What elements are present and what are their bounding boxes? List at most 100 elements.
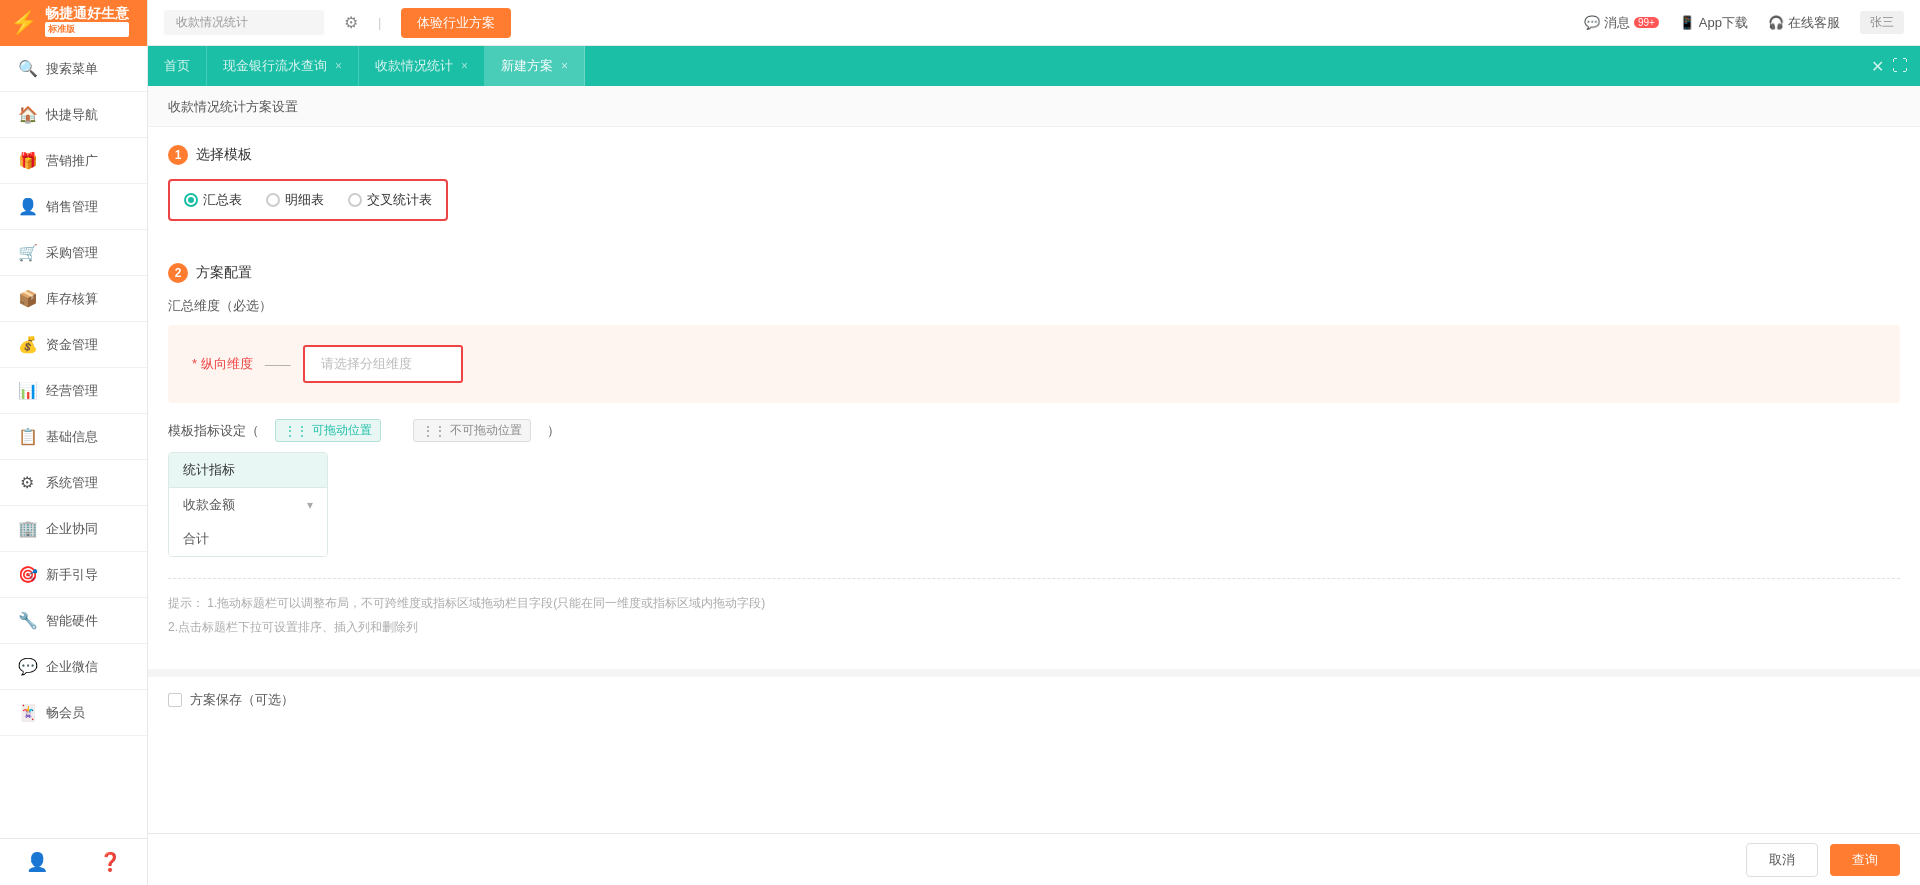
dimension-area: * 纵向维度 —— 请选择分组维度 bbox=[168, 325, 1900, 403]
avatar-icon[interactable]: 👤 bbox=[26, 851, 48, 873]
tab-expand-icon[interactable]: ⛶ bbox=[1892, 57, 1908, 75]
tab-cashflow-close[interactable]: × bbox=[335, 59, 342, 73]
sidebar-item-wechat[interactable]: 💬 企业微信 bbox=[0, 644, 147, 690]
page-title: 收款情况统计方案设置 bbox=[148, 86, 1920, 127]
cart-icon: 🛒 bbox=[18, 243, 36, 262]
not-draggable-label: 不可拖动位置 bbox=[450, 422, 522, 439]
sidebar-item-label: 资金管理 bbox=[46, 336, 98, 354]
tip-1: 提示： 1.拖动标题栏可以调整布局，不可跨维度或指标区域拖动栏目字段(只能在同一… bbox=[168, 591, 1900, 615]
sidebar-logo: ⚡ 畅捷通好生意 标准版 bbox=[0, 0, 147, 46]
box-icon: 📦 bbox=[18, 289, 36, 308]
radio-summary-label: 汇总表 bbox=[203, 191, 242, 209]
gift-icon: 🎁 bbox=[18, 151, 36, 170]
content-inner: 收款情况统计方案设置 1 选择模板 汇总表 明细表 bbox=[148, 86, 1920, 833]
metrics-title: 模板指标设定（ ⋮⋮ 可拖动位置 ⋮⋮ 不可拖动位置 ） bbox=[168, 419, 1900, 442]
help-icon[interactable]: ❓ bbox=[99, 851, 121, 873]
sidebar-item-corp[interactable]: 🏢 企业协同 bbox=[0, 506, 147, 552]
tool-icon: 🔧 bbox=[18, 611, 36, 630]
radio-cross[interactable]: 交叉统计表 bbox=[348, 191, 432, 209]
settings-icon[interactable]: ⚙ bbox=[344, 13, 358, 32]
sidebar-item-label: 智能硬件 bbox=[46, 612, 98, 630]
radio-detail[interactable]: 明细表 bbox=[266, 191, 324, 209]
metrics-header-label: 统计指标 bbox=[183, 462, 235, 477]
doc-icon: 📋 bbox=[18, 427, 36, 446]
cancel-button[interactable]: 取消 bbox=[1746, 843, 1818, 877]
sidebar-item-member[interactable]: 🃏 畅会员 bbox=[0, 690, 147, 736]
metrics-table: 统计指标 收款金额 ▾ 合计 bbox=[168, 452, 328, 557]
tips: 提示： 1.拖动标题栏可以调整布局，不可跨维度或指标区域拖动栏目字段(只能在同一… bbox=[168, 578, 1900, 651]
tabbar-actions: ✕ ⛶ bbox=[1859, 46, 1920, 86]
sidebar-item-purchase[interactable]: 🛒 采购管理 bbox=[0, 230, 147, 276]
radio-summary-circle bbox=[184, 193, 198, 207]
dim-select-placeholder: 请选择分组维度 bbox=[321, 356, 412, 371]
trial-button[interactable]: 体验行业方案 bbox=[401, 8, 511, 38]
sidebar-item-label: 快捷导航 bbox=[46, 106, 98, 124]
tabbar: 首页 现金银行流水查询 × 收款情况统计 × 新建方案 × ✕ ⛶ bbox=[148, 46, 1920, 86]
sidebar-item-label: 搜索菜单 bbox=[46, 60, 98, 78]
sidebar-item-label: 畅会员 bbox=[46, 704, 85, 722]
user-icon: 👤 bbox=[18, 197, 36, 216]
sidebar-item-hardware[interactable]: 🔧 智能硬件 bbox=[0, 598, 147, 644]
tab-new-plan-label: 新建方案 bbox=[501, 57, 553, 75]
money-icon: 💰 bbox=[18, 335, 36, 354]
tab-cashflow-label: 现金银行流水查询 bbox=[223, 57, 327, 75]
sidebar-item-capital[interactable]: 💰 资金管理 bbox=[0, 322, 147, 368]
radio-detail-circle bbox=[266, 193, 280, 207]
sidebar-item-label: 企业微信 bbox=[46, 658, 98, 676]
user-info[interactable]: 张三 bbox=[1860, 11, 1904, 34]
tab-close-all-icon[interactable]: ✕ bbox=[1871, 57, 1884, 76]
message-label: 消息 bbox=[1604, 14, 1630, 32]
topbar: 收款情况统计 ⚙ | 体验行业方案 💬 消息 99+ 📱 App下载 🎧 在线客… bbox=[148, 0, 1920, 46]
footer: 取消 查询 bbox=[148, 833, 1920, 885]
query-button[interactable]: 查询 bbox=[1830, 844, 1900, 876]
sidebar-item-label: 系统管理 bbox=[46, 474, 98, 492]
chart-icon: 📊 bbox=[18, 381, 36, 400]
radio-summary[interactable]: 汇总表 bbox=[184, 191, 242, 209]
sidebar-item-guide[interactable]: 🎯 新手引导 bbox=[0, 552, 147, 598]
sidebar-item-label: 销售管理 bbox=[46, 198, 98, 216]
service-button[interactable]: 🎧 在线客服 bbox=[1768, 14, 1840, 32]
sidebar-item-operation[interactable]: 📊 经营管理 bbox=[0, 368, 147, 414]
step2-section: 2 方案配置 汇总维度（必选） * 纵向维度 —— 请选择分组维度 bbox=[148, 245, 1920, 669]
home-icon: 🏠 bbox=[18, 105, 36, 124]
sidebar-item-base[interactable]: 📋 基础信息 bbox=[0, 414, 147, 460]
logo-badge: 标准版 bbox=[45, 22, 129, 37]
tab-new-plan[interactable]: 新建方案 × bbox=[485, 46, 585, 86]
sidebar-item-sales[interactable]: 👤 销售管理 bbox=[0, 184, 147, 230]
service-label: 在线客服 bbox=[1788, 14, 1840, 32]
sidebar-item-inventory[interactable]: 📦 库存核算 bbox=[0, 276, 147, 322]
search-icon: 🔍 bbox=[18, 59, 36, 78]
tab-receipt-stats[interactable]: 收款情况统计 × bbox=[359, 46, 485, 86]
download-icon: 📱 bbox=[1679, 15, 1695, 30]
sidebar-item-marketing[interactable]: 🎁 营销推广 bbox=[0, 138, 147, 184]
sidebar-item-search[interactable]: 🔍 搜索菜单 bbox=[0, 46, 147, 92]
step1-num: 1 bbox=[168, 145, 188, 165]
step1-title: 1 选择模板 bbox=[168, 145, 1900, 165]
target-icon: 🎯 bbox=[18, 565, 36, 584]
tab-home-label: 首页 bbox=[164, 57, 190, 75]
template-options: 汇总表 明细表 交叉统计表 bbox=[168, 179, 448, 221]
sidebar-footer: 👤 ❓ bbox=[0, 838, 147, 885]
dropdown-icon-0[interactable]: ▾ bbox=[307, 498, 313, 512]
download-button[interactable]: 📱 App下载 bbox=[1679, 14, 1748, 32]
step1-label: 选择模板 bbox=[196, 146, 252, 164]
no-drag-indicator: ⋮⋮ bbox=[422, 424, 446, 438]
tab-receipt-close[interactable]: × bbox=[461, 59, 468, 73]
tab-new-plan-close[interactable]: × bbox=[561, 59, 568, 73]
chat-icon: 💬 bbox=[18, 657, 36, 676]
metrics-row-1: 合计 bbox=[169, 522, 327, 556]
sidebar-item-label: 新手引导 bbox=[46, 566, 98, 584]
sidebar-item-system[interactable]: ⚙ 系统管理 bbox=[0, 460, 147, 506]
save-checkbox[interactable] bbox=[168, 693, 182, 707]
tab-cashflow[interactable]: 现金银行流水查询 × bbox=[207, 46, 359, 86]
metrics-row-0[interactable]: 收款金额 ▾ bbox=[169, 488, 327, 522]
tab-home[interactable]: 首页 bbox=[148, 46, 207, 86]
content-area: 收款情况统计方案设置 1 选择模板 汇总表 明细表 bbox=[148, 86, 1920, 833]
message-button[interactable]: 💬 消息 99+ bbox=[1584, 14, 1659, 32]
sidebar-item-label: 基础信息 bbox=[46, 428, 98, 446]
sidebar-item-quick-nav[interactable]: 🏠 快捷导航 bbox=[0, 92, 147, 138]
metrics-title-text: 模板指标设定（ bbox=[168, 422, 259, 440]
step1-section: 1 选择模板 汇总表 明细表 交叉统计表 bbox=[148, 127, 1920, 239]
dim-select[interactable]: 请选择分组维度 bbox=[303, 345, 463, 383]
draggable-label: 可拖动位置 bbox=[312, 422, 372, 439]
